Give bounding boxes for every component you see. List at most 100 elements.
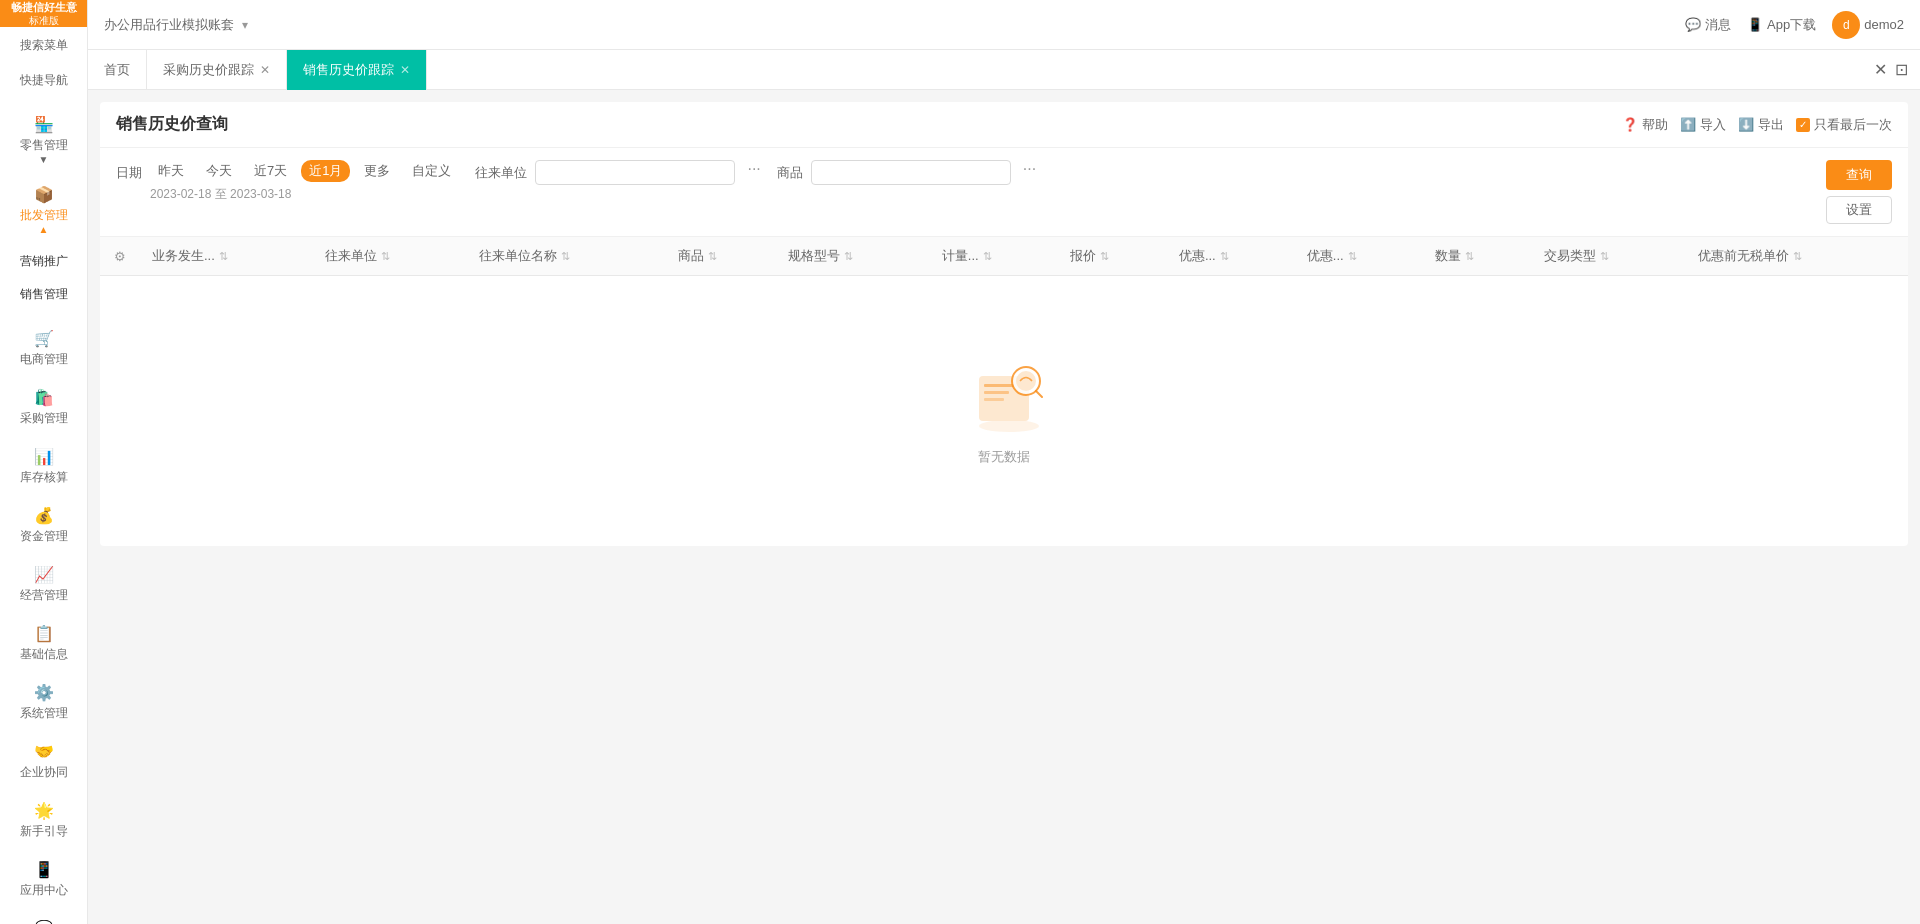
only-last-label: 只看最后一次 bbox=[1814, 116, 1892, 134]
tab-home[interactable]: 首页 bbox=[88, 50, 147, 90]
th-product[interactable]: 商品 ⇅ bbox=[666, 237, 775, 276]
product-more-icon[interactable]: ··· bbox=[1023, 160, 1036, 178]
sidebar-item-finance[interactable]: 💰 资金管理 bbox=[0, 496, 87, 555]
operations-icon: 📈 bbox=[34, 565, 54, 584]
wechat-icon: 💬 bbox=[34, 919, 54, 924]
th-discount2[interactable]: 优惠... ⇅ bbox=[1295, 237, 1423, 276]
sidebar-item-label-marketing: 营销推广 bbox=[20, 253, 68, 270]
sidebar-item-marketing[interactable]: 营销推广 bbox=[0, 245, 87, 278]
tab-maximize-btn[interactable]: ⊡ bbox=[1895, 60, 1908, 79]
date-btn-yesterday[interactable]: 昨天 bbox=[150, 160, 192, 182]
th-biz-date[interactable]: 业务发生... ⇅ bbox=[140, 237, 313, 276]
th-quantity[interactable]: 数量 ⇅ bbox=[1423, 237, 1532, 276]
sidebar-item-purchase[interactable]: 🛍️ 采购管理 bbox=[0, 378, 87, 437]
import-btn[interactable]: ⬆️ 导入 bbox=[1680, 116, 1726, 134]
message-btn[interactable]: 💬 消息 bbox=[1685, 16, 1731, 34]
export-icon: ⬇️ bbox=[1738, 117, 1754, 132]
import-icon: ⬆️ bbox=[1680, 117, 1696, 132]
page-title: 销售历史价查询 bbox=[116, 114, 228, 135]
th-partner-name-label: 往来单位名称 bbox=[479, 247, 557, 265]
wholesale-icon: 📦 bbox=[34, 185, 54, 204]
svg-rect-3 bbox=[984, 391, 1009, 394]
user-avatar-btn[interactable]: d demo2 bbox=[1832, 11, 1904, 39]
date-btn-1month[interactable]: 近1月 bbox=[301, 160, 350, 182]
content-area: 销售历史价查询 ❓ 帮助 ⬆️ 导入 ⬇️ 导出 ✓ bbox=[88, 90, 1920, 924]
sidebar-item-label-inventory: 库存核算 bbox=[20, 469, 68, 486]
sidebar-item-newbie[interactable]: 🌟 新手引导 bbox=[0, 791, 87, 850]
date-btn-today[interactable]: 今天 bbox=[198, 160, 240, 182]
settings-button[interactable]: 设置 bbox=[1826, 196, 1892, 224]
tab-close-all-btn[interactable]: ✕ bbox=[1874, 60, 1887, 79]
partner-more-icon[interactable]: ··· bbox=[747, 160, 760, 178]
sidebar-item-label-system: 系统管理 bbox=[20, 705, 68, 722]
th-unit[interactable]: 计量... ⇅ bbox=[930, 237, 1058, 276]
app-download-btn[interactable]: 📱 App下载 bbox=[1747, 16, 1816, 34]
message-icon: 💬 bbox=[1685, 17, 1701, 32]
date-filter-label: 日期 bbox=[116, 160, 142, 182]
sidebar-logo: 畅捷信好生意 标准版 bbox=[0, 0, 87, 27]
tab-sales[interactable]: 销售历史价跟踪 ✕ bbox=[287, 50, 427, 90]
sort-discount1-icon: ⇅ bbox=[1220, 250, 1229, 263]
tab-home-label: 首页 bbox=[104, 61, 130, 79]
date-btn-more[interactable]: 更多 bbox=[356, 160, 398, 182]
date-btn-7days[interactable]: 近7天 bbox=[246, 160, 295, 182]
sidebar-item-wechat[interactable]: 💬 企业微信 bbox=[0, 909, 87, 924]
empty-state: 暂无数据 bbox=[100, 276, 1908, 546]
company-dropdown-btn[interactable]: ▾ bbox=[242, 18, 248, 32]
tab-sales-label: 销售历史价跟踪 bbox=[303, 61, 394, 79]
sidebar: 畅捷信好生意 标准版 搜索菜单 快捷导航 🏪 零售管理 ▼ 📦 批发管理 ▲ 营… bbox=[0, 0, 88, 924]
th-settings[interactable]: ⚙ bbox=[100, 237, 140, 276]
basic-icon: 📋 bbox=[34, 624, 54, 643]
sort-discount2-icon: ⇅ bbox=[1348, 250, 1357, 263]
tab-purchase-label: 采购历史价跟踪 bbox=[163, 61, 254, 79]
sidebar-item-wholesale[interactable]: 📦 批发管理 ▲ bbox=[0, 175, 87, 245]
th-price[interactable]: 报价 ⇅ bbox=[1058, 237, 1167, 276]
sidebar-item-inventory[interactable]: 📊 库存核算 bbox=[0, 437, 87, 496]
message-label: 消息 bbox=[1705, 16, 1731, 34]
sort-partner-name-icon: ⇅ bbox=[561, 250, 570, 263]
avatar: d bbox=[1832, 11, 1860, 39]
th-partner-code[interactable]: 往来单位 ⇅ bbox=[313, 237, 467, 276]
top-header: 办公用品行业模拟账套 ▾ 💬 消息 📱 App下载 d demo2 bbox=[88, 0, 1920, 50]
inventory-icon: 📊 bbox=[34, 447, 54, 466]
th-discount1[interactable]: 优惠... ⇅ bbox=[1167, 237, 1295, 276]
th-spec[interactable]: 规格型号 ⇅ bbox=[776, 237, 930, 276]
help-btn[interactable]: ❓ 帮助 bbox=[1622, 116, 1668, 134]
sidebar-item-ecommerce[interactable]: 🛒 电商管理 bbox=[0, 319, 87, 378]
sidebar-item-sales[interactable]: 销售管理 bbox=[0, 278, 87, 311]
sort-trade-type-icon: ⇅ bbox=[1600, 250, 1609, 263]
header-left: 办公用品行业模拟账套 ▾ bbox=[104, 16, 248, 34]
th-quantity-label: 数量 bbox=[1435, 247, 1461, 265]
help-label: 帮助 bbox=[1642, 116, 1668, 134]
tab-purchase-close[interactable]: ✕ bbox=[260, 63, 270, 77]
th-trade-type-label: 交易类型 bbox=[1544, 247, 1596, 265]
sort-biz-date-icon: ⇅ bbox=[219, 250, 228, 263]
sidebar-item-system[interactable]: ⚙️ 系统管理 bbox=[0, 673, 87, 732]
settings-gear-icon: ⚙ bbox=[114, 249, 126, 264]
product-filter-input[interactable] bbox=[811, 160, 1011, 185]
system-icon: ⚙️ bbox=[34, 683, 54, 702]
th-no-tax-price[interactable]: 优惠前无税单价 ⇅ bbox=[1686, 237, 1908, 276]
th-trade-type[interactable]: 交易类型 ⇅ bbox=[1532, 237, 1686, 276]
sidebar-item-enterprise[interactable]: 🤝 企业协同 bbox=[0, 732, 87, 791]
export-btn[interactable]: ⬇️ 导出 bbox=[1738, 116, 1784, 134]
tab-purchase[interactable]: 采购历史价跟踪 ✕ bbox=[147, 50, 287, 90]
sidebar-item-retail[interactable]: 🏪 零售管理 ▼ bbox=[0, 105, 87, 175]
sidebar-item-operations[interactable]: 📈 经营管理 bbox=[0, 555, 87, 614]
sidebar-item-apps[interactable]: 📱 应用中心 bbox=[0, 850, 87, 909]
tab-sales-close[interactable]: ✕ bbox=[400, 63, 410, 77]
sidebar-item-basic[interactable]: 📋 基础信息 bbox=[0, 614, 87, 673]
apps-icon: 📱 bbox=[34, 860, 54, 879]
sidebar-nav[interactable]: 快捷导航 bbox=[0, 64, 87, 97]
date-btn-custom[interactable]: 自定义 bbox=[404, 160, 459, 182]
help-icon: ❓ bbox=[1622, 117, 1638, 132]
app-icon: 📱 bbox=[1747, 17, 1763, 32]
query-button[interactable]: 查询 bbox=[1826, 160, 1892, 190]
table-wrap: ⚙ 业务发生... ⇅ 往来单位 bbox=[100, 237, 1908, 546]
empty-illustration bbox=[964, 356, 1044, 436]
sidebar-search[interactable]: 搜索菜单 bbox=[0, 27, 87, 64]
only-last-checkbox[interactable]: ✓ 只看最后一次 bbox=[1796, 116, 1892, 134]
th-partner-name[interactable]: 往来单位名称 ⇅ bbox=[467, 237, 666, 276]
partner-filter-input[interactable] bbox=[535, 160, 735, 185]
sort-spec-icon: ⇅ bbox=[844, 250, 853, 263]
